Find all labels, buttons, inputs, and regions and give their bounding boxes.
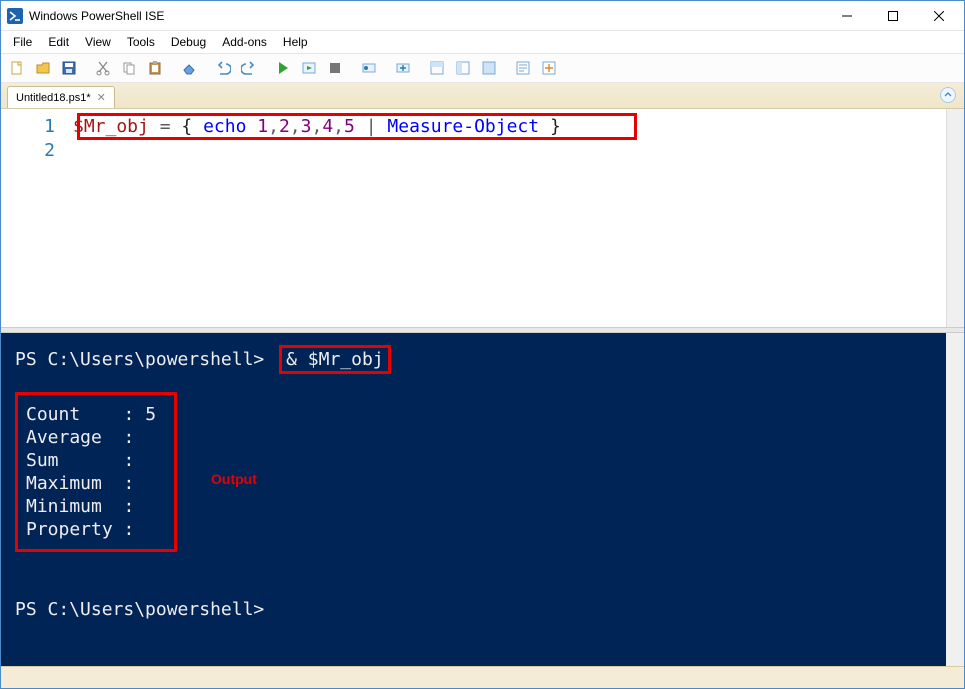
layout-side-button[interactable] xyxy=(451,56,475,80)
collapse-script-pane-button[interactable] xyxy=(940,87,956,103)
tab-untitled[interactable]: Untitled18.ps1* ✕ xyxy=(7,86,115,108)
minimize-button[interactable] xyxy=(824,1,870,31)
menu-tools[interactable]: Tools xyxy=(119,33,163,51)
menu-addons[interactable]: Add-ons xyxy=(214,33,275,51)
annotation-label: Output xyxy=(211,471,257,487)
blank xyxy=(15,552,950,598)
close-button[interactable] xyxy=(916,1,962,31)
stop-button[interactable] xyxy=(323,56,347,80)
code-area[interactable]: $Mr_obj = { echo 1,2,3,4,5 | Measure-Obj… xyxy=(73,109,946,327)
output-line: Sum : xyxy=(26,449,156,472)
redo-button[interactable] xyxy=(237,56,261,80)
toolbar xyxy=(1,53,964,83)
output-line: Count : 5 xyxy=(26,403,156,426)
maximize-button[interactable] xyxy=(870,1,916,31)
layout-script-top-button[interactable] xyxy=(425,56,449,80)
output-line: Property : xyxy=(26,518,156,541)
editor-tabs: Untitled18.ps1* ✕ xyxy=(1,83,964,109)
open-button[interactable] xyxy=(31,56,55,80)
title-bar: Windows PowerShell ISE xyxy=(1,1,964,31)
output-line: Average : xyxy=(26,426,156,449)
new-remote-button[interactable] xyxy=(391,56,415,80)
annotation-box: Count : 5 Average : Sum : Maximum : Mini… xyxy=(15,392,177,552)
console-line: PS C:\Users\powershell> & $Mr_obj xyxy=(15,345,950,374)
save-button[interactable] xyxy=(57,56,81,80)
window-title: Windows PowerShell ISE xyxy=(29,9,824,23)
app-icon xyxy=(7,8,23,24)
copy-button[interactable] xyxy=(117,56,141,80)
line-number: 2 xyxy=(1,139,55,163)
tab-label: Untitled18.ps1* xyxy=(16,92,91,104)
new-file-button[interactable] xyxy=(5,56,29,80)
line-gutter: 1 2 xyxy=(1,109,73,327)
output-line: Maximum : xyxy=(26,472,156,495)
menu-edit[interactable]: Edit xyxy=(40,33,77,51)
menu-debug[interactable]: Debug xyxy=(163,33,214,51)
tab-close-icon[interactable]: ✕ xyxy=(97,91,106,104)
code-line: $Mr_obj = { echo 1,2,3,4,5 | Measure-Obj… xyxy=(73,115,946,139)
breakpoint-button[interactable] xyxy=(357,56,381,80)
run-button[interactable] xyxy=(271,56,295,80)
menu-bar: File Edit View Tools Debug Add-ons Help xyxy=(1,31,964,53)
layout-full-button[interactable] xyxy=(477,56,501,80)
line-number: 1 xyxy=(1,115,55,139)
run-selection-button[interactable] xyxy=(297,56,321,80)
script-editor[interactable]: 1 2 $Mr_obj = { echo 1,2,3,4,5 | Measure… xyxy=(1,109,964,327)
editor-scrollbar[interactable] xyxy=(946,109,964,327)
undo-button[interactable] xyxy=(211,56,235,80)
console-scrollbar[interactable] xyxy=(946,333,964,666)
show-command-addon-button[interactable] xyxy=(537,56,561,80)
menu-help[interactable]: Help xyxy=(275,33,316,51)
menu-view[interactable]: View xyxy=(77,33,119,51)
cut-button[interactable] xyxy=(91,56,115,80)
menu-file[interactable]: File xyxy=(5,33,40,51)
annotation-box: & $Mr_obj xyxy=(279,345,391,374)
status-bar xyxy=(1,666,964,688)
paste-button[interactable] xyxy=(143,56,167,80)
output-line: Minimum : xyxy=(26,495,156,518)
clear-button[interactable] xyxy=(177,56,201,80)
show-command-button[interactable] xyxy=(511,56,535,80)
console-pane[interactable]: PS C:\Users\powershell> & $Mr_obj Count … xyxy=(1,333,964,666)
prompt: PS C:\Users\powershell> xyxy=(15,349,275,370)
console-line: PS C:\Users\powershell> xyxy=(15,598,950,621)
